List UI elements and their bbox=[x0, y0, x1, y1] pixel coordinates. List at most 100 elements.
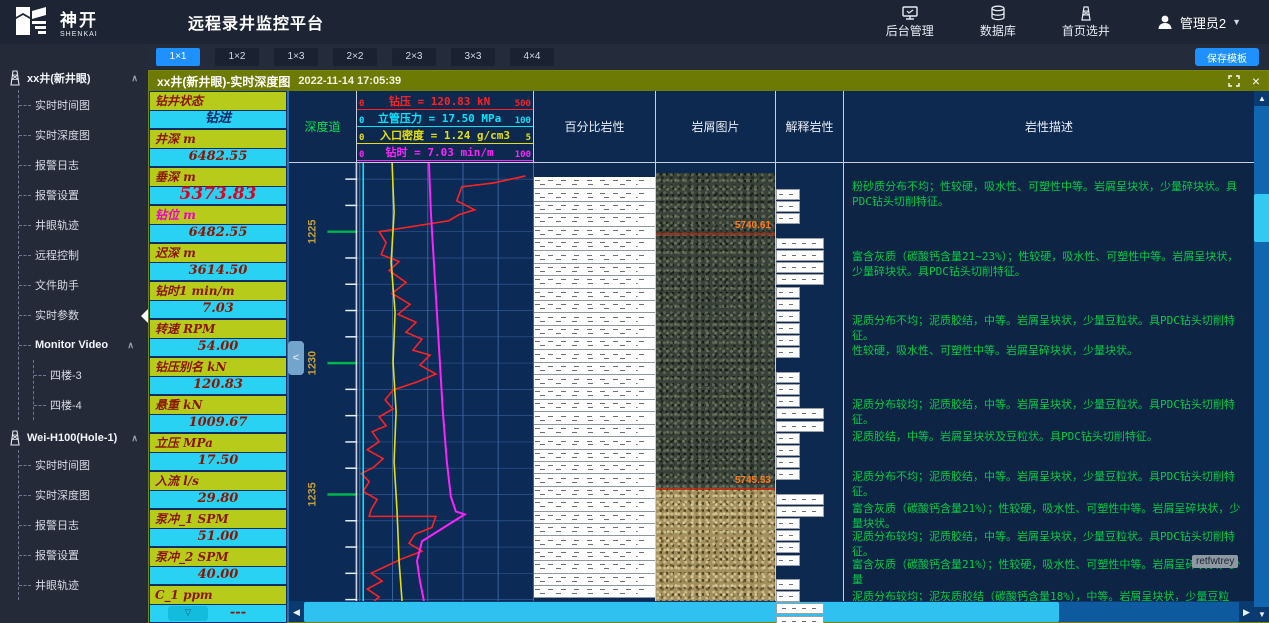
interp-lithology-box bbox=[776, 469, 800, 480]
sidebar-item-实时时间图[interactable]: 实时时间图 bbox=[19, 450, 148, 480]
close-icon[interactable]: × bbox=[1252, 75, 1260, 87]
avatar-icon bbox=[1156, 13, 1174, 31]
sidebar-item-实时参数[interactable]: 实时参数 bbox=[19, 300, 148, 330]
sidebar-item-文件助手[interactable]: 文件助手 bbox=[19, 270, 148, 300]
interp-lithology-box bbox=[776, 250, 824, 261]
user-menu[interactable]: 管理员2 ▼ bbox=[1156, 13, 1241, 32]
percent-lithology-row bbox=[534, 363, 655, 375]
depth-tick-label: 1230 bbox=[306, 351, 318, 375]
sidebar-well-0[interactable]: xx井(新井眼)∧ bbox=[8, 70, 148, 86]
param-block-5: 钻时1 min/m7.03 bbox=[149, 281, 287, 319]
nav-backstage[interactable]: 后台管理 bbox=[886, 5, 934, 39]
lithology-description-text: 泥质分布不均；泥质胶结，中等。岩屑呈块状，少量豆粒状。具PDC钻头切削特征。 bbox=[852, 469, 1248, 499]
param-block-8: 悬重 kN1009.67 bbox=[149, 395, 287, 433]
param-label: C_1 ppm bbox=[150, 586, 286, 605]
interp-lithology-row bbox=[776, 469, 843, 481]
app-title: 远程录井监控平台 bbox=[188, 10, 324, 34]
sidebar-item-报警日志[interactable]: 报警日志 bbox=[19, 150, 148, 180]
param-label: 泵冲_2 SPM bbox=[150, 548, 286, 567]
vertical-scroll-thumb[interactable] bbox=[1254, 194, 1269, 242]
param-block-3: 钻位 m6482.55 bbox=[149, 205, 287, 243]
horizontal-scroll-thumb[interactable] bbox=[304, 602, 1059, 622]
legend-text: 立管压力 = 17.50 MPa bbox=[378, 110, 501, 126]
interp-lithology-row bbox=[776, 226, 843, 238]
param-dropdown-button[interactable]: ▽ bbox=[168, 606, 208, 621]
sidebar-item-实时深度图[interactable]: 实时深度图 bbox=[19, 120, 148, 150]
sidebar-item-报警设置[interactable]: 报警设置 bbox=[19, 540, 148, 570]
derrick-icon bbox=[1077, 5, 1095, 21]
sidebar-item-四楼-3[interactable]: 四楼-3 bbox=[34, 360, 148, 390]
sidebar-well-1[interactable]: Wei-H100(Hole-1)∧ bbox=[8, 430, 148, 446]
horizontal-scrollbar[interactable]: ◀ ▶ bbox=[289, 601, 1254, 622]
layout-tab-1×2[interactable]: 1×2 bbox=[215, 48, 259, 66]
chart-body: 122512301235 < 5740.615745.53 粉砂质分布不均；性较… bbox=[289, 163, 1254, 601]
interp-lithology-box bbox=[776, 603, 824, 614]
layout-tab-1×3[interactable]: 1×3 bbox=[274, 48, 318, 66]
percent-lithology-row bbox=[534, 313, 655, 325]
sidebar-item-实时深度图[interactable]: 实时深度图 bbox=[19, 480, 148, 510]
brand-logo: 神开 SHENKAI bbox=[0, 5, 180, 39]
layout-tab-4×4[interactable]: 4×4 bbox=[510, 48, 554, 66]
sidebar-item-实时时间图[interactable]: 实时时间图 bbox=[19, 90, 148, 120]
sidebar-item-四楼-4[interactable]: 四楼-4 bbox=[34, 390, 148, 420]
param-label: 迟深 m bbox=[150, 244, 286, 263]
vertical-scrollbar[interactable]: ▲ ▼ bbox=[1254, 91, 1269, 622]
layout-tab-1×1[interactable]: 1×1 bbox=[156, 48, 200, 66]
layout-tab-3×3[interactable]: 3×3 bbox=[451, 48, 495, 66]
param-value-text: --- bbox=[230, 605, 246, 620]
interp-lithology-box bbox=[776, 591, 800, 602]
interp-lithology-row bbox=[776, 323, 843, 335]
scroll-left-icon[interactable]: ◀ bbox=[289, 602, 304, 622]
scroll-down-icon[interactable]: ▼ bbox=[1254, 607, 1269, 622]
save-template-button[interactable]: 保存模板 bbox=[1195, 48, 1259, 66]
interp-lithology-box bbox=[776, 616, 824, 623]
scroll-right-icon[interactable]: ▶ bbox=[1239, 602, 1254, 622]
lithology-description-text: 富含灰质（碳酸钙含量21%）；性较硬，吸水性、可塑性中等。岩屑呈碎块状，少量 bbox=[852, 557, 1248, 587]
interp-lithology-row bbox=[776, 591, 843, 603]
param-block-1: 井深 m6482.55 bbox=[149, 129, 287, 167]
fullscreen-icon[interactable] bbox=[1228, 75, 1240, 87]
well-name: Wei-H100(Hole-1) bbox=[27, 432, 117, 444]
interp-lithology-row bbox=[776, 494, 843, 506]
interp-lithology-box bbox=[776, 445, 800, 456]
user-caret-icon: ▼ bbox=[1232, 17, 1241, 27]
interp-lithology-box bbox=[776, 372, 800, 383]
sidebar-item-报警日志[interactable]: 报警日志 bbox=[19, 510, 148, 540]
param-label: 井深 m bbox=[150, 130, 286, 149]
percent-lithology-row bbox=[534, 227, 655, 239]
percent-lithology-header: 百分比岩性 bbox=[534, 91, 656, 162]
collapse-caret-icon: ∧ bbox=[131, 73, 138, 84]
interp-lithology-box bbox=[776, 408, 824, 419]
nav-database[interactable]: 数据库 bbox=[980, 5, 1016, 39]
param-label: 钻井状态 bbox=[150, 92, 286, 111]
interp-lithology-row bbox=[776, 542, 843, 554]
layout-tab-2×2[interactable]: 2×2 bbox=[333, 48, 377, 66]
layout-tab-2×3[interactable]: 2×3 bbox=[392, 48, 436, 66]
percent-lithology-row bbox=[534, 338, 655, 350]
percent-lithology-row bbox=[534, 326, 655, 338]
sidebar-group-monitor-video[interactable]: Monitor Video∧ bbox=[19, 330, 148, 360]
interpreted-lithology-column bbox=[776, 163, 844, 601]
interp-lithology-row bbox=[776, 555, 843, 567]
interp-lithology-row bbox=[776, 360, 843, 372]
scroll-up-icon[interactable]: ▲ bbox=[1254, 91, 1269, 106]
photo-depth-label: 5740.61 bbox=[735, 220, 771, 231]
sidebar-item-井眼轨迹[interactable]: 井眼轨迹 bbox=[19, 210, 148, 240]
sidebar-item-报警设置[interactable]: 报警设置 bbox=[19, 180, 148, 210]
depth-tick-label: 1225 bbox=[306, 220, 318, 244]
depth-curve-track[interactable]: 122512301235 < bbox=[289, 163, 534, 601]
sidebar-item-井眼轨迹[interactable]: 井眼轨迹 bbox=[19, 570, 148, 600]
param-value: 3614.50 bbox=[150, 263, 286, 280]
nav-home-label: 首页选井 bbox=[1062, 22, 1110, 39]
param-block-7: 钻压别名 kN120.83 bbox=[149, 357, 287, 395]
percent-lithology-row bbox=[534, 177, 655, 189]
interp-lithology-row bbox=[776, 457, 843, 469]
param-label: 钻压别名 kN bbox=[150, 358, 286, 377]
param-block-11: 泵冲_1 SPM51.00 bbox=[149, 509, 287, 547]
track-pan-left-button[interactable]: < bbox=[288, 341, 304, 375]
interp-lithology-box bbox=[776, 238, 824, 249]
interp-lithology-box bbox=[776, 335, 800, 346]
nav-home-well-select[interactable]: 首页选井 bbox=[1062, 5, 1110, 39]
sidebar-item-远程控制[interactable]: 远程控制 bbox=[19, 240, 148, 270]
interp-lithology-box bbox=[776, 433, 800, 444]
